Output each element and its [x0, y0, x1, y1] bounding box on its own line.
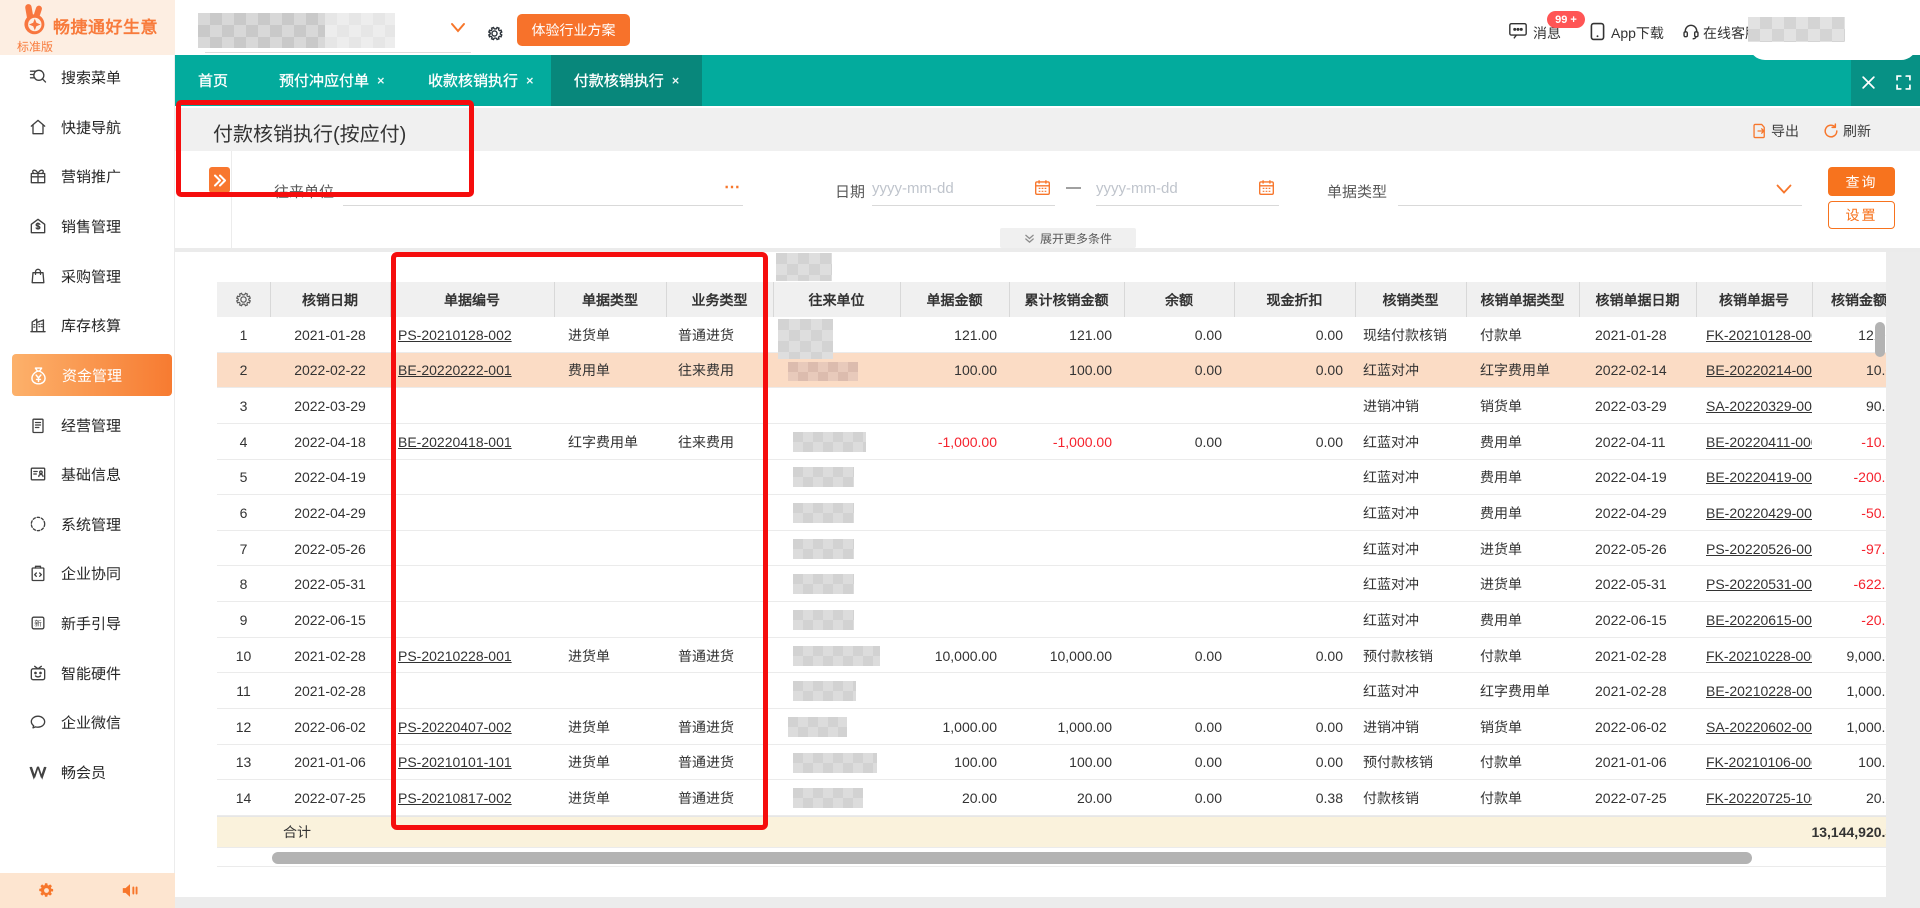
svg-text:新: 新 — [34, 618, 42, 629]
